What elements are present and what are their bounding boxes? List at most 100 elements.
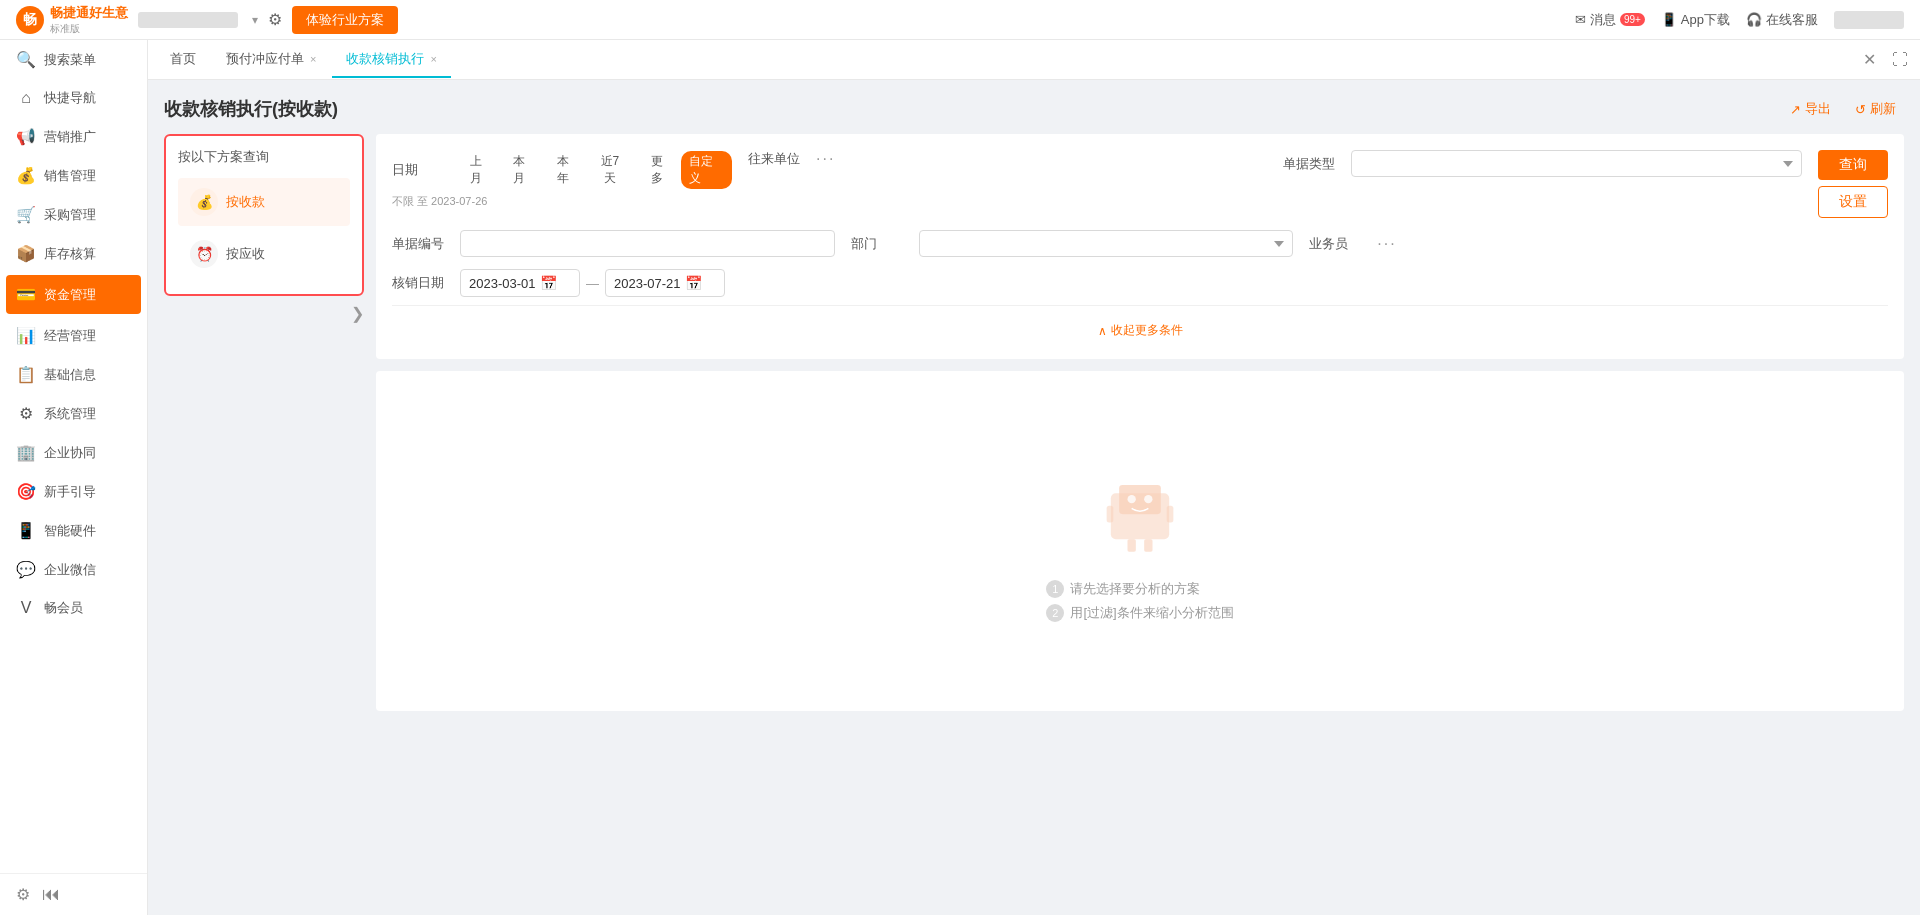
sidebar-item-wechat[interactable]: 💬 企业微信	[0, 550, 147, 589]
last-7days-btn[interactable]: 近7天	[587, 150, 633, 190]
top-header: 畅 畅捷通好生意 标准版 ▾ ⚙ 体验行业方案 ✉ 消息 99+ 📱 App下载…	[0, 0, 1920, 40]
action-buttons: 查询 设置	[1818, 150, 1888, 218]
hardware-icon: 📱	[16, 521, 36, 540]
collapse-more-btn[interactable]: ∧ 收起更多条件	[392, 318, 1888, 343]
verify-date-from-input[interactable]: 2023-03-01 📅	[460, 269, 580, 297]
close-prepay-tab-icon[interactable]: ×	[310, 53, 316, 65]
logo-icon: 畅	[16, 6, 44, 34]
bill-type-filter-group: 单据类型	[1283, 150, 1802, 177]
salesperson-label: 业务员	[1309, 235, 1369, 253]
svg-rect-6	[1107, 506, 1114, 523]
cal-to-icon[interactable]: 📅	[685, 275, 702, 291]
close-all-tabs-icon[interactable]: ✕	[1859, 46, 1880, 73]
bill-no-label: 单据编号	[392, 235, 452, 253]
right-content: 日期 上月 本月 本年 近7天 更多 自定义 不限	[376, 134, 1904, 711]
sidebar-item-enterprise[interactable]: 🏢 企业协同	[0, 433, 147, 472]
export-button[interactable]: ↗ 导出	[1782, 96, 1839, 122]
bill-no-input[interactable]	[460, 230, 835, 257]
sidebar-item-sales[interactable]: 💰 销售管理	[0, 156, 147, 195]
sidebar-item-search-menu[interactable]: 🔍 搜索菜单	[0, 40, 147, 79]
query-by-title: 按以下方案查询	[178, 148, 350, 166]
bill-no-filter-group: 单据编号	[392, 230, 835, 257]
settings-bottom-icon[interactable]: ⚙	[16, 885, 30, 904]
tabs-bar: 首页 预付冲应付单 × 收款核销执行 × ✕ ⛶	[148, 40, 1920, 80]
app-download-icon: 📱	[1661, 12, 1677, 27]
workspace-dropdown-icon[interactable]: ▾	[252, 13, 258, 27]
message-badge: 99+	[1620, 13, 1645, 26]
svg-rect-4	[1127, 539, 1135, 552]
step1-num: 1	[1046, 580, 1064, 598]
bill-type-select[interactable]	[1351, 150, 1802, 177]
message-icon: ✉	[1575, 12, 1586, 27]
settings-icon[interactable]: ⚙	[268, 10, 282, 29]
workspace-name	[138, 12, 238, 28]
tabs-left: 首页 预付冲应付单 × 收款核销执行 ×	[156, 42, 451, 78]
sidebar-item-finance[interactable]: 💳 资金管理	[6, 275, 141, 314]
sidebar-item-marketing[interactable]: 📢 营销推广	[0, 117, 147, 156]
last-month-btn[interactable]: 上月	[456, 150, 496, 190]
sidebar-item-hardware[interactable]: 📱 智能硬件	[0, 511, 147, 550]
query-button[interactable]: 查询	[1818, 150, 1888, 180]
sidebar-collapse-icon[interactable]: ⏮	[42, 884, 60, 905]
query-by-box: 按以下方案查询 💰 按收款 ⏰ 按应收	[164, 134, 364, 296]
member-icon: V	[16, 599, 36, 617]
tabs-right: ✕ ⛶	[1859, 46, 1912, 73]
salesperson-more-icon[interactable]: ···	[1377, 235, 1396, 253]
expand-tabs-icon[interactable]: ⛶	[1888, 47, 1912, 73]
message-action[interactable]: ✉ 消息 99+	[1575, 11, 1645, 29]
this-year-btn[interactable]: 本年	[543, 150, 583, 190]
tab-receipt-verify[interactable]: 收款核销执行 ×	[332, 42, 450, 78]
page-title-bar: 收款核销执行(按收款) ↗ 导出 ↺ 刷新	[164, 96, 1904, 122]
tab-prepay[interactable]: 预付冲应付单 ×	[212, 42, 330, 78]
filter-settings-button[interactable]: 设置	[1818, 186, 1888, 218]
svg-point-2	[1127, 495, 1135, 503]
cal-from-icon[interactable]: 📅	[540, 275, 557, 291]
custom-date-badge[interactable]: 自定义	[681, 151, 732, 189]
sidebar-item-basic-info[interactable]: 📋 基础信息	[0, 355, 147, 394]
operations-icon: 📊	[16, 326, 36, 345]
export-icon: ↗	[1790, 102, 1801, 117]
app-download-action[interactable]: 📱 App下载	[1661, 11, 1730, 29]
svg-rect-1	[1119, 485, 1161, 514]
tab-home[interactable]: 首页	[156, 42, 210, 78]
dept-filter-group: 部门	[851, 230, 1294, 257]
verify-date-to-input[interactable]: 2023-07-21 📅	[605, 269, 725, 297]
sidebar-item-quick-nav[interactable]: ⌂ 快捷导航	[0, 79, 147, 117]
sidebar: 🔍 搜索菜单 ⌂ 快捷导航 📢 营销推广 💰 销售管理 🛒 采购管理 📦 库存核…	[0, 40, 148, 915]
page-actions: ↗ 导出 ↺ 刷新	[1782, 96, 1904, 122]
app-name: 畅捷通好生意 标准版	[50, 4, 128, 36]
close-receipt-tab-icon[interactable]: ×	[430, 53, 436, 65]
industry-solution-button[interactable]: 体验行业方案	[292, 6, 398, 34]
filter-panel: 日期 上月 本月 本年 近7天 更多 自定义 不限	[376, 134, 1904, 359]
basic-info-icon: 📋	[16, 365, 36, 384]
dept-select[interactable]	[919, 230, 1294, 257]
sidebar-item-inventory[interactable]: 📦 库存核算	[0, 234, 147, 273]
sidebar-item-system[interactable]: ⚙ 系统管理	[0, 394, 147, 433]
left-panel: 按以下方案查询 💰 按收款 ⏰ 按应收 ❯	[164, 134, 364, 711]
user-avatar[interactable]	[1834, 11, 1904, 29]
main-layout: 🔍 搜索菜单 ⌂ 快捷导航 📢 营销推广 💰 销售管理 🛒 采购管理 📦 库存核…	[0, 40, 1920, 915]
this-month-btn[interactable]: 本月	[500, 150, 540, 190]
megaphone-icon: 📢	[16, 127, 36, 146]
online-service-action[interactable]: 🎧 在线客服	[1746, 11, 1818, 29]
receipt-option-icon: 💰	[190, 188, 218, 216]
salesperson-filter-group: 业务员 ···	[1309, 235, 1752, 253]
wechat-icon: 💬	[16, 560, 36, 579]
sidebar-item-member[interactable]: V 畅会员	[0, 589, 147, 627]
query-option-by-receipt[interactable]: 💰 按收款	[178, 178, 350, 226]
sidebar-item-operations[interactable]: 📊 经营管理	[0, 316, 147, 355]
svg-rect-7	[1167, 506, 1174, 523]
counterpart-more-icon[interactable]: ···	[816, 150, 835, 168]
left-panel-collapse-icon[interactable]: ❯	[351, 304, 364, 323]
query-option-by-receivable[interactable]: ⏰ 按应收	[178, 230, 350, 278]
sidebar-item-purchase[interactable]: 🛒 采购管理	[0, 195, 147, 234]
more-date-btn[interactable]: 更多	[637, 150, 677, 190]
cart-icon: 🛒	[16, 205, 36, 224]
sidebar-item-guide[interactable]: 🎯 新手引导	[0, 472, 147, 511]
headset-icon: 🎧	[1746, 12, 1762, 27]
svg-rect-5	[1144, 539, 1152, 552]
system-icon: ⚙	[16, 404, 36, 423]
header-left: 畅 畅捷通好生意 标准版 ▾ ⚙ 体验行业方案	[16, 4, 398, 36]
refresh-button[interactable]: ↺ 刷新	[1847, 96, 1904, 122]
app-logo: 畅 畅捷通好生意 标准版	[16, 4, 128, 36]
